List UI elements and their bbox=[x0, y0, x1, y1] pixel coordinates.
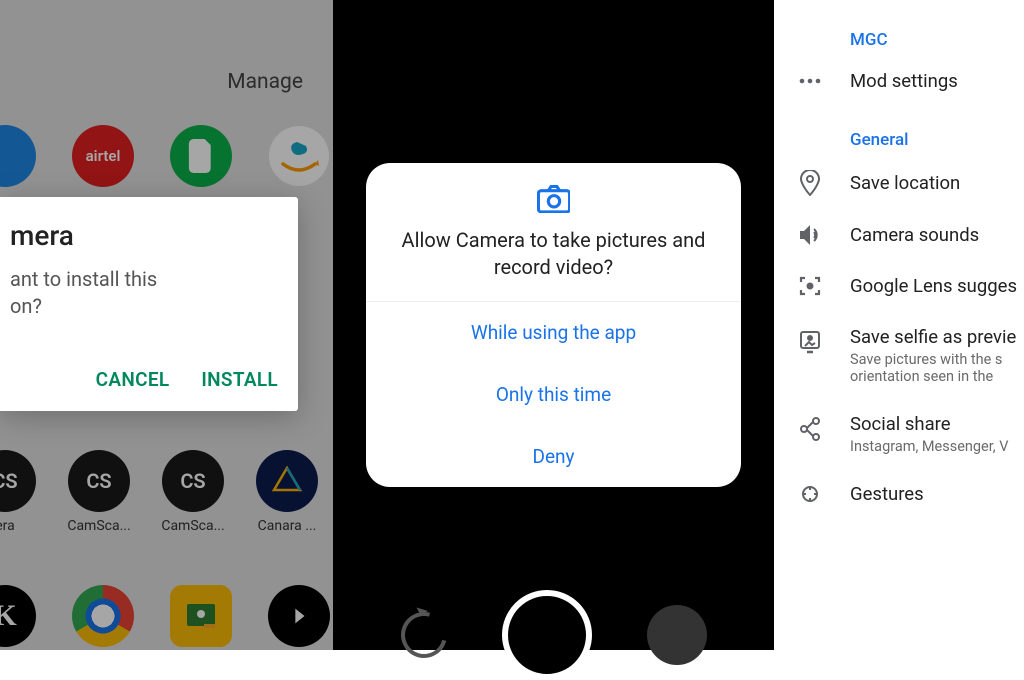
settings-item-sounds[interactable]: Camera sounds bbox=[774, 210, 1024, 260]
section-header-mgc: MGC bbox=[774, 28, 1024, 50]
install-dialog-body: ant to install this on? bbox=[10, 266, 278, 320]
install-dialog: mera ant to install this on? CANCEL INST… bbox=[0, 197, 298, 411]
settings-item-label: Social share bbox=[850, 413, 1008, 435]
permission-option-only-this-time[interactable]: Only this time bbox=[366, 363, 741, 425]
share-icon bbox=[794, 417, 826, 441]
settings-item-lens[interactable]: Google Lens sugges bbox=[774, 260, 1024, 312]
speaker-icon bbox=[794, 224, 826, 246]
rewind-icon[interactable] bbox=[392, 604, 455, 667]
permission-message: Allow Camera to take pictures and record… bbox=[396, 227, 711, 281]
settings-item-location[interactable]: Save location bbox=[774, 156, 1024, 210]
settings-item-label: Mod settings bbox=[850, 70, 958, 92]
permission-option-deny[interactable]: Deny bbox=[366, 425, 741, 487]
settings-item-label: Save selfie as previe bbox=[850, 326, 1016, 348]
settings-item-label: Google Lens sugges bbox=[850, 275, 1017, 297]
gesture-icon bbox=[794, 483, 826, 505]
section-header-general: General bbox=[774, 128, 1024, 150]
settings-item-social[interactable]: Social share Instagram, Messenger, V bbox=[774, 399, 1024, 469]
location-pin-icon bbox=[794, 170, 826, 196]
settings-item-label: Save location bbox=[850, 172, 960, 194]
settings-panel: MGC Mod settings General Save location C… bbox=[774, 0, 1024, 650]
cancel-button[interactable]: CANCEL bbox=[96, 368, 170, 391]
shutter-button[interactable] bbox=[502, 590, 592, 680]
settings-item-selfie[interactable]: Save selfie as previe Save pictures with… bbox=[774, 312, 1024, 399]
settings-item-mod[interactable]: Mod settings bbox=[774, 56, 1024, 106]
settings-item-gestures[interactable]: Gestures bbox=[774, 469, 1024, 519]
camera-permission-panel: Allow Camera to take pictures and record… bbox=[333, 0, 774, 650]
permission-dialog: Allow Camera to take pictures and record… bbox=[366, 163, 741, 487]
lens-scan-icon bbox=[794, 274, 826, 298]
camera-controls bbox=[333, 590, 774, 680]
settings-item-label: Gestures bbox=[850, 483, 924, 505]
settings-item-sublabel: Save pictures with the s orientation see… bbox=[850, 351, 1016, 385]
install-dialog-actions: CANCEL INSTALL bbox=[10, 368, 278, 391]
settings-item-sublabel: Instagram, Messenger, V bbox=[850, 438, 1008, 455]
settings-item-label: Camera sounds bbox=[850, 224, 979, 246]
home-screen-panel: Manage airtel CSera CSCamSca... CSCamSca… bbox=[0, 0, 333, 650]
install-button[interactable]: INSTALL bbox=[201, 368, 278, 391]
camera-icon bbox=[537, 185, 571, 213]
gallery-thumb[interactable] bbox=[647, 605, 707, 665]
install-dialog-title: mera bbox=[10, 219, 278, 252]
ellipsis-icon bbox=[794, 78, 826, 84]
photo-frame-icon bbox=[794, 330, 826, 354]
permission-option-while-using[interactable]: While using the app bbox=[366, 301, 741, 363]
